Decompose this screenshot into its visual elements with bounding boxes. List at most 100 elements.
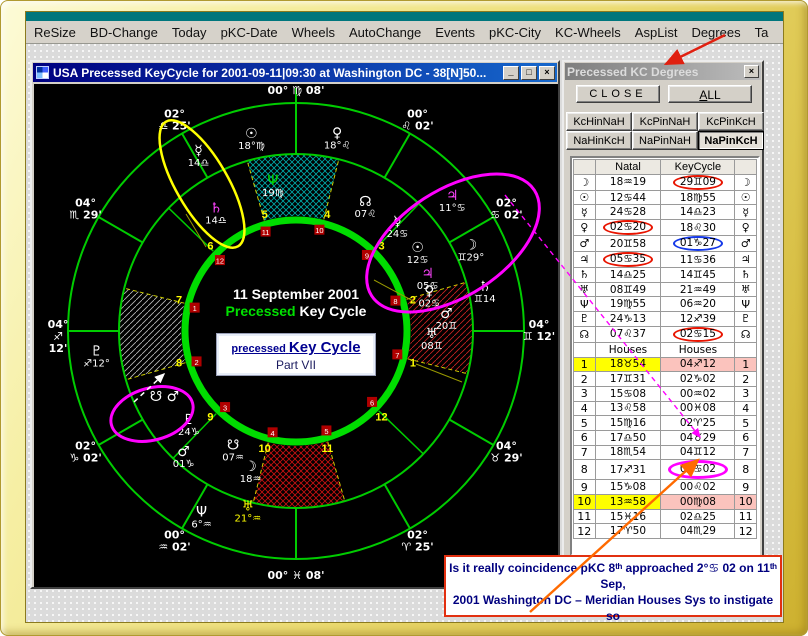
house-row: 7 18♏54 04♊12 7 xyxy=(573,444,757,461)
filter-button-nahinkch[interactable]: NaHinKcH xyxy=(566,131,632,150)
planet-marker: ♄ 14♎ xyxy=(205,200,227,226)
planet-row: ☉ 12♋44 18♍55 ☉ xyxy=(573,189,757,206)
menu-item-today[interactable]: Today xyxy=(165,23,214,42)
house-number: 3 xyxy=(734,385,757,402)
menu-item-kc-wheels[interactable]: KC-Wheels xyxy=(548,23,628,42)
menu-item-bd-change[interactable]: BD-Change xyxy=(83,23,165,42)
planet-glyph: ☊ xyxy=(734,325,757,343)
house-row: 2 17♊31 02♑02 2 xyxy=(573,371,757,387)
house-row: 3 15♋08 00♒02 3 xyxy=(573,385,757,402)
house-number: 8 xyxy=(734,459,757,481)
planet-row: ♅ 08♊49 21♒49 ♅ xyxy=(573,281,757,298)
keycycle-degree: 12♐39 xyxy=(660,311,736,327)
col-header-keycycle: KeyCycle xyxy=(660,159,736,175)
cusp-label: 04° ♊ 12' xyxy=(523,318,555,343)
planet-marker: ☽ ♊29° xyxy=(458,237,485,263)
keycycle-house-degree: 04♉29 xyxy=(660,429,736,446)
filter-button-kcpinkch[interactable]: KcPinKcH xyxy=(698,112,764,131)
natal-degree: 19♍55 xyxy=(594,296,662,313)
maximize-button[interactable]: □ xyxy=(521,65,537,80)
top-teal-strip xyxy=(26,12,783,21)
house-row: 6 17♎50 04♉29 6 xyxy=(573,429,757,446)
planet-glyph: ☉ xyxy=(573,189,596,206)
note-line-2: 2001 Washington DC – Meridian Houses Sys… xyxy=(452,592,774,622)
natal-degree: 18♒19 xyxy=(594,173,662,191)
house-number: 11 xyxy=(573,508,596,525)
planet-glyph: ♄ xyxy=(573,267,596,283)
natal-degree: 08♊49 xyxy=(594,281,662,298)
planet-marker: ☋ ♂ xyxy=(150,389,179,405)
menu-bar: ReSize BD-Change Today pKC-Date Wheels AutoCh… xyxy=(26,21,783,44)
cusp-label: 04° ♏ 29' xyxy=(69,197,101,222)
house-number: 1 xyxy=(734,356,757,373)
chart-window-titlebar[interactable]: USA Precessed KeyCycle for 2001-09-11|09… xyxy=(33,63,557,82)
planet-marker: ♇ ♐12° xyxy=(83,343,110,369)
planet-marker: ♇ 24♑ xyxy=(178,412,200,438)
minimize-button[interactable]: _ xyxy=(503,65,519,80)
menu-item-pkc-city[interactable]: pKC-City xyxy=(482,23,548,42)
degrees-panel-titlebar[interactable]: Precessed KC Degrees × xyxy=(565,63,761,80)
kc-spoke xyxy=(98,216,144,244)
keycycle-degree: 14♊45 xyxy=(660,267,736,283)
menu-item-pkc-date[interactable]: pKC-Date xyxy=(214,23,285,42)
filter-button-kcpinnah[interactable]: KcPinNaH xyxy=(632,112,698,131)
keycycle-degree: 11♋36 xyxy=(660,251,736,269)
natal-house-number: 9 xyxy=(207,412,213,424)
natal-degree: 20♊58 xyxy=(594,235,662,253)
planet-row: ☽ 18♒19 29♊09 ☽ xyxy=(573,173,757,191)
house-number: 3 xyxy=(573,385,596,402)
filter-button-napinnah[interactable]: NaPinNaH xyxy=(632,131,698,150)
keycycle-house-degree: 04♏29 xyxy=(660,523,736,540)
planet-glyph: ☿ xyxy=(573,204,596,221)
keycycle-degree: 18♌30 xyxy=(660,219,736,237)
planet-row: Ψ 19♍55 06♒20 Ψ xyxy=(573,296,757,313)
cusp-label: 04° ♉ 29' xyxy=(490,440,522,465)
panel-close-icon[interactable]: × xyxy=(744,65,759,78)
house-number: 2 xyxy=(573,371,596,387)
natal-house-degree: 18♏54 xyxy=(594,444,662,461)
houses-header-row: Houses Houses xyxy=(573,341,757,358)
house-row: 10 13♒58 00♍08 10 xyxy=(573,494,757,510)
close-button[interactable]: × xyxy=(539,65,555,80)
house-number: 12 xyxy=(573,523,596,540)
close-panel-button[interactable]: CLOSE xyxy=(576,85,660,103)
menu-item-autochange[interactable]: AutoChange xyxy=(342,23,428,42)
chart-caption-box: precessed Key Cycle Part VII xyxy=(216,333,376,376)
planet-glyph: ♀ xyxy=(573,219,596,237)
house-number: 8 xyxy=(573,459,596,481)
natal-house-degree: 17♊31 xyxy=(594,371,662,387)
planet-glyph: ♇ xyxy=(734,311,757,327)
natal-degree: 24♋28 xyxy=(594,204,662,221)
degrees-panel: Precessed KC Degrees × CLOSE ALL KcHinNa… xyxy=(562,60,764,560)
keycycle-house-degree: 00♒02 xyxy=(660,385,736,402)
chart-title: Precessed Key Cycle xyxy=(225,303,367,319)
svg-text:4: 4 xyxy=(271,429,275,438)
house-number: 9 xyxy=(573,479,596,495)
menu-item-asplist[interactable]: AspList xyxy=(628,23,685,42)
house-number: 7 xyxy=(734,444,757,461)
menu-item-resize[interactable]: ReSize xyxy=(27,23,83,42)
chart-date: 11 September 2001 xyxy=(232,286,360,302)
wheel-center-text: 11 September 2001 Precessed Key Cycle pr… xyxy=(166,286,426,376)
natal-degree: 05♋35 xyxy=(594,251,662,269)
menu-item-ta[interactable]: Ta xyxy=(748,23,776,42)
planet-glyph: Ψ xyxy=(573,296,596,313)
natal-house-degree: 15♋08 xyxy=(594,385,662,402)
natal-house-degree: 17♐31 xyxy=(594,459,662,481)
table-cell xyxy=(573,159,596,175)
natal-house-number: 5 xyxy=(262,209,268,221)
menu-item-wheels[interactable]: Wheels xyxy=(285,23,342,42)
menu-item-events[interactable]: Events xyxy=(428,23,482,42)
all-button[interactable]: ALL xyxy=(668,85,752,103)
filter-button-napinkch[interactable]: NaPinKcH xyxy=(698,131,764,150)
cusp-label: 00° ♍ 08' xyxy=(267,84,324,97)
filter-button-kchinnah[interactable]: KcHinNaH xyxy=(566,112,632,131)
menu-item-degrees[interactable]: Degrees xyxy=(684,23,747,42)
house-number: 4 xyxy=(573,400,596,417)
keycycle-house-degree: 00♌02 xyxy=(660,479,736,495)
house-number: 12 xyxy=(734,523,757,540)
keycycle-house-degree: 02♑02 xyxy=(660,371,736,387)
planet-row: ♀ 02♋20 18♌30 ♀ xyxy=(573,219,757,237)
natal-degree: 24♑13 xyxy=(594,311,662,327)
planet-glyph: ♂ xyxy=(573,235,596,253)
